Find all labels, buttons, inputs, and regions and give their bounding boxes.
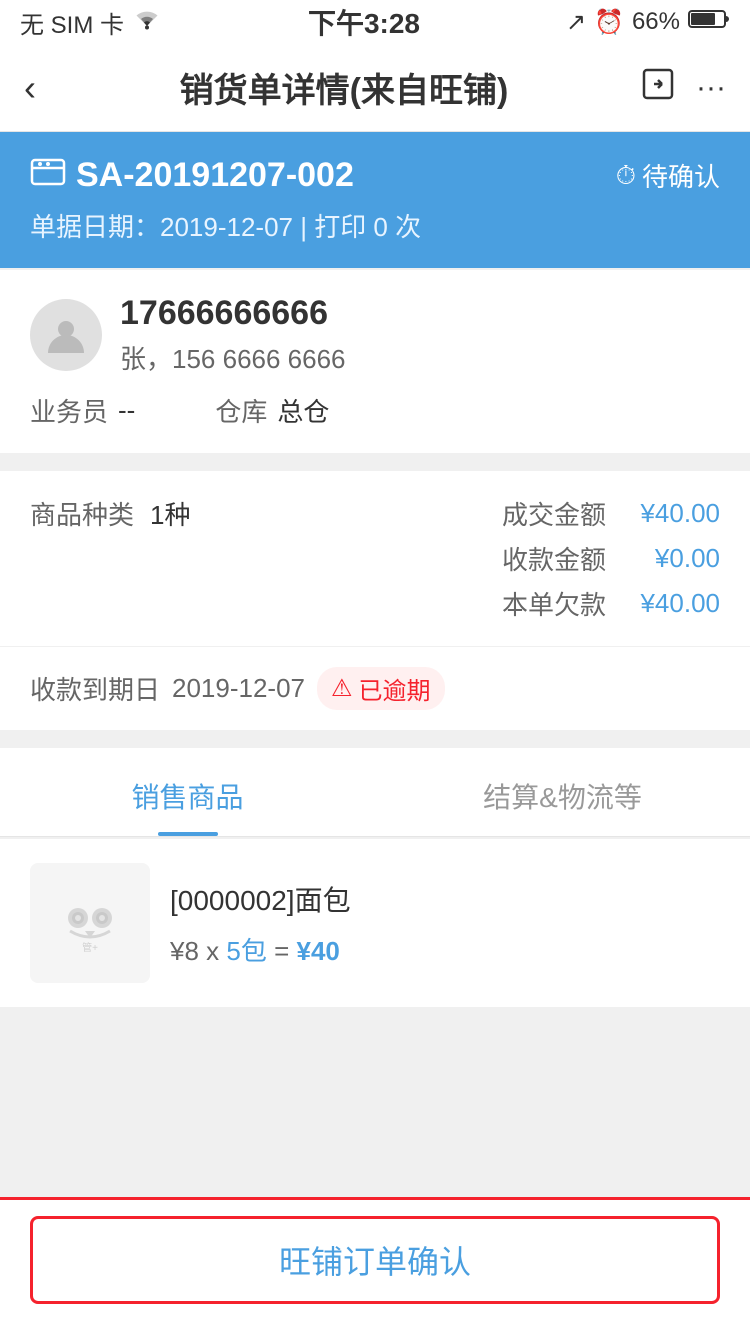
product-item: 管+ [0000002]面包 ¥8 x 5包 = ¥40: [0, 839, 750, 1007]
overdue-icon: ⚠: [331, 674, 353, 703]
summary-right: 成交金额 ¥40.00 收款金额 ¥0.00 本单欠款 ¥40.00: [502, 495, 720, 622]
bottom-area: [0, 1007, 750, 1207]
deal-amount-label: 成交金额: [502, 495, 606, 532]
customer-row: 17666666666 张，156 6666 6666: [30, 294, 720, 376]
alarm-icon: ⏰: [594, 8, 624, 37]
collected-amount-line: 收款金额 ¥0.00: [502, 540, 720, 577]
customer-name: 张，156 6666 6666: [120, 339, 720, 376]
status-bar: 无 SIM 卡 下午3:28 ↗ ⏰ 66%: [0, 0, 750, 44]
collected-amount-value: ¥0.00: [620, 543, 720, 574]
collected-amount-label: 收款金额: [502, 540, 606, 577]
product-unit-price: ¥8 x: [170, 936, 226, 966]
order-header-card: SA-20191207-002 ⏱ 待确认 单据日期：2019-12-07 | …: [0, 132, 750, 268]
product-qty: 5包: [226, 936, 266, 966]
tab-products[interactable]: 销售商品: [0, 748, 375, 836]
share-button[interactable]: [640, 66, 676, 110]
battery-icon: [688, 8, 730, 37]
more-button[interactable]: ···: [696, 71, 726, 105]
customer-avatar: [30, 299, 102, 371]
status-right: ↗ ⏰ 66%: [566, 8, 730, 37]
order-date: 单据日期：2019-12-07 | 打印 0 次: [30, 207, 720, 244]
order-header-top: SA-20191207-002 ⏱ 待确认: [30, 156, 720, 195]
status-time: 下午3:28: [308, 2, 420, 42]
confirm-order-button[interactable]: 旺铺订单确认: [30, 1216, 720, 1304]
sales-person-label: 业务员: [30, 392, 108, 429]
customer-info: 17666666666 张，156 6666 6666: [120, 294, 720, 376]
back-button[interactable]: ‹: [24, 59, 48, 117]
product-list: 管+ [0000002]面包 ¥8 x 5包 = ¥40: [0, 839, 750, 1007]
summary-section: 商品种类 1种 成交金额 ¥40.00 收款金额 ¥0.00 本单欠款 ¥40.…: [0, 471, 750, 646]
nav-actions: ···: [640, 66, 726, 110]
product-kinds-value: 1种: [150, 495, 190, 532]
product-info: [0000002]面包 ¥8 x 5包 = ¥40: [170, 879, 720, 968]
wifi-icon: [132, 8, 162, 37]
warehouse-label: 仓库: [215, 392, 267, 429]
confirm-button-wrap: 旺铺订单确认: [0, 1197, 750, 1334]
carrier-text: 无 SIM 卡: [20, 5, 124, 40]
deal-amount-value: ¥40.00: [620, 498, 720, 529]
product-price: ¥8 x 5包 = ¥40: [170, 931, 720, 968]
tab-settlement-label: 结算&物流等: [483, 782, 642, 813]
warehouse-value: 总仓: [277, 392, 329, 429]
overdue-text: 已逾期: [359, 671, 431, 706]
product-kinds-label: 商品种类: [30, 495, 134, 532]
customer-meta: 业务员 -- 仓库 总仓: [30, 392, 720, 429]
order-id-text: SA-20191207-002: [76, 156, 354, 195]
customer-section: 17666666666 张，156 6666 6666 业务员 -- 仓库 总仓: [0, 270, 750, 453]
order-icon: [30, 156, 66, 195]
order-status: ⏱ 待确认: [616, 157, 720, 194]
due-date-value: 2019-12-07: [172, 673, 305, 704]
owed-amount-line: 本单欠款 ¥40.00: [502, 585, 720, 622]
svg-text:管+: 管+: [82, 941, 98, 953]
overdue-badge: ⚠ 已逾期: [317, 667, 445, 710]
tabs-bar: 销售商品 结算&物流等: [0, 748, 750, 837]
status-clock-icon: ⏱: [616, 160, 636, 192]
nav-bar: ‹ 销货单详情(来自旺铺) ···: [0, 44, 750, 132]
battery-text: 66%: [632, 8, 680, 36]
product-name: [0000002]面包: [170, 879, 720, 919]
warehouse-item: 仓库 总仓: [215, 392, 329, 429]
owed-amount-value: ¥40.00: [620, 588, 720, 619]
sales-person-item: 业务员 --: [30, 392, 135, 429]
summary-left: 商品种类 1种: [30, 495, 190, 532]
customer-phone: 17666666666: [120, 294, 720, 333]
product-thumbnail: 管+: [30, 863, 150, 983]
section-divider-1: [0, 453, 750, 471]
location-icon: ↗: [566, 8, 586, 37]
tab-products-label: 销售商品: [131, 782, 243, 813]
tab-settlement[interactable]: 结算&物流等: [375, 748, 750, 836]
deal-amount-line: 成交金额 ¥40.00: [502, 495, 720, 532]
page-title: 销货单详情(来自旺铺): [48, 63, 640, 112]
due-section: 收款到期日 2019-12-07 ⚠ 已逾期: [0, 647, 750, 730]
product-total: ¥40: [296, 936, 339, 966]
sales-person-value: --: [118, 395, 135, 426]
owed-amount-label: 本单欠款: [502, 585, 606, 622]
section-divider-2: [0, 730, 750, 748]
due-date-label: 收款到期日: [30, 670, 160, 707]
order-id: SA-20191207-002: [30, 156, 354, 195]
order-status-text: 待确认: [642, 157, 720, 194]
product-equals: =: [267, 936, 297, 966]
status-carrier: 无 SIM 卡: [20, 5, 162, 40]
